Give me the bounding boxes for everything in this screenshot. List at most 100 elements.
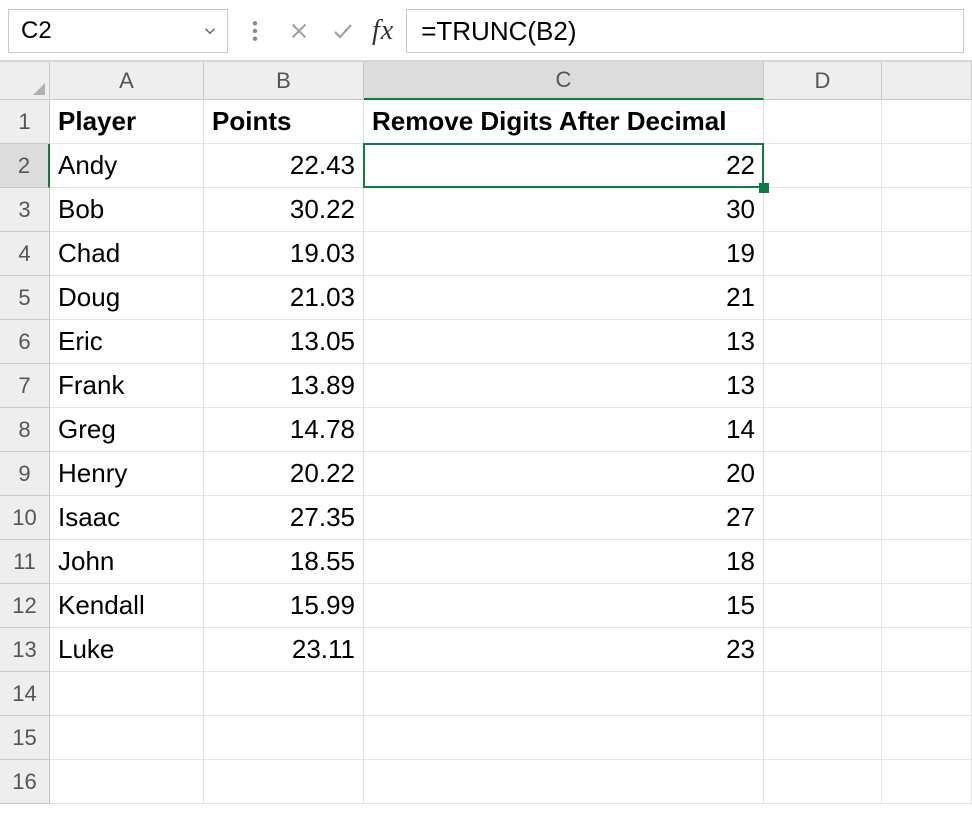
cell[interactable] — [364, 672, 764, 716]
row-header[interactable]: 4 — [0, 232, 50, 276]
cell[interactable]: 13.05 — [204, 320, 364, 364]
cell[interactable]: 27 — [364, 496, 764, 540]
cell[interactable]: Eric — [50, 320, 204, 364]
cell[interactable]: Luke — [50, 628, 204, 672]
cell[interactable]: 20 — [364, 452, 764, 496]
row-header[interactable]: 16 — [0, 760, 50, 804]
cell[interactable] — [882, 364, 972, 408]
cell[interactable] — [204, 716, 364, 760]
cell[interactable]: 15 — [364, 584, 764, 628]
cell[interactable] — [764, 320, 882, 364]
row-header[interactable]: 2 — [0, 144, 50, 188]
cell[interactable]: 30.22 — [204, 188, 364, 232]
cell[interactable] — [882, 408, 972, 452]
cell[interactable]: 20.22 — [204, 452, 364, 496]
chevron-down-icon[interactable] — [201, 22, 219, 40]
cell[interactable] — [764, 364, 882, 408]
cell[interactable]: 23.11 — [204, 628, 364, 672]
cell[interactable] — [882, 584, 972, 628]
cell[interactable]: Chad — [50, 232, 204, 276]
cell[interactable]: Kendall — [50, 584, 204, 628]
cell[interactable]: Isaac — [50, 496, 204, 540]
row-header[interactable]: 15 — [0, 716, 50, 760]
cell[interactable] — [882, 188, 972, 232]
cell[interactable] — [364, 760, 764, 804]
cell[interactable] — [764, 716, 882, 760]
row-header[interactable]: 13 — [0, 628, 50, 672]
cell[interactable] — [764, 760, 882, 804]
cell[interactable]: 22.43 — [204, 144, 364, 188]
row-header[interactable]: 5 — [0, 276, 50, 320]
cell[interactable] — [764, 452, 882, 496]
cell[interactable]: 22 — [364, 144, 764, 188]
cell[interactable] — [764, 188, 882, 232]
cell[interactable] — [882, 672, 972, 716]
cell[interactable]: Frank — [50, 364, 204, 408]
cell[interactable]: 14 — [364, 408, 764, 452]
row-header[interactable]: 9 — [0, 452, 50, 496]
cell[interactable] — [882, 320, 972, 364]
cell[interactable] — [764, 672, 882, 716]
cell[interactable] — [50, 672, 204, 716]
column-header[interactable]: A — [50, 62, 204, 100]
cell[interactable]: 21 — [364, 276, 764, 320]
cell[interactable]: 13.89 — [204, 364, 364, 408]
cell[interactable] — [882, 452, 972, 496]
name-box[interactable]: C2 — [8, 9, 228, 53]
row-header[interactable]: 11 — [0, 540, 50, 584]
cell[interactable]: 15.99 — [204, 584, 364, 628]
cell[interactable]: Andy — [50, 144, 204, 188]
cell[interactable] — [764, 276, 882, 320]
cell[interactable]: Greg — [50, 408, 204, 452]
row-header[interactable]: 10 — [0, 496, 50, 540]
confirm-icon[interactable] — [328, 16, 358, 46]
column-header[interactable]: D — [764, 62, 882, 100]
cell[interactable] — [882, 496, 972, 540]
column-header[interactable]: B — [204, 62, 364, 100]
cell[interactable]: Points — [204, 100, 364, 144]
cell[interactable]: 23 — [364, 628, 764, 672]
cell[interactable]: Bob — [50, 188, 204, 232]
row-header[interactable]: 3 — [0, 188, 50, 232]
cell[interactable] — [764, 540, 882, 584]
cell[interactable]: 13 — [364, 364, 764, 408]
formula-input[interactable]: =TRUNC(B2) — [406, 9, 964, 53]
cell[interactable] — [882, 100, 972, 144]
cell[interactable] — [764, 584, 882, 628]
row-header[interactable]: 1 — [0, 100, 50, 144]
cell[interactable] — [882, 540, 972, 584]
cell[interactable]: 19.03 — [204, 232, 364, 276]
cell[interactable] — [882, 232, 972, 276]
cell[interactable] — [764, 628, 882, 672]
cell[interactable] — [50, 760, 204, 804]
cell[interactable] — [764, 232, 882, 276]
cell[interactable]: Player — [50, 100, 204, 144]
fx-icon[interactable]: fx — [372, 15, 394, 47]
cell[interactable] — [50, 716, 204, 760]
cell[interactable]: 27.35 — [204, 496, 364, 540]
select-all-corner[interactable] — [0, 62, 50, 100]
row-header[interactable]: 6 — [0, 320, 50, 364]
row-header[interactable]: 12 — [0, 584, 50, 628]
cell[interactable]: 30 — [364, 188, 764, 232]
cell[interactable] — [882, 716, 972, 760]
cell[interactable] — [364, 716, 764, 760]
more-vertical-icon[interactable] — [240, 16, 270, 46]
fill-handle[interactable] — [759, 183, 769, 193]
cancel-icon[interactable] — [284, 16, 314, 46]
cell[interactable]: 13 — [364, 320, 764, 364]
cell[interactable] — [764, 100, 882, 144]
cell[interactable] — [882, 144, 972, 188]
row-header[interactable]: 8 — [0, 408, 50, 452]
cell[interactable] — [882, 760, 972, 804]
cell[interactable]: John — [50, 540, 204, 584]
cell[interactable] — [764, 496, 882, 540]
cell[interactable]: Henry — [50, 452, 204, 496]
cell[interactable] — [764, 144, 882, 188]
cell[interactable]: 21.03 — [204, 276, 364, 320]
row-header[interactable]: 7 — [0, 364, 50, 408]
cell[interactable]: Doug — [50, 276, 204, 320]
cell[interactable]: 18.55 — [204, 540, 364, 584]
cell[interactable] — [882, 276, 972, 320]
cell[interactable]: 18 — [364, 540, 764, 584]
